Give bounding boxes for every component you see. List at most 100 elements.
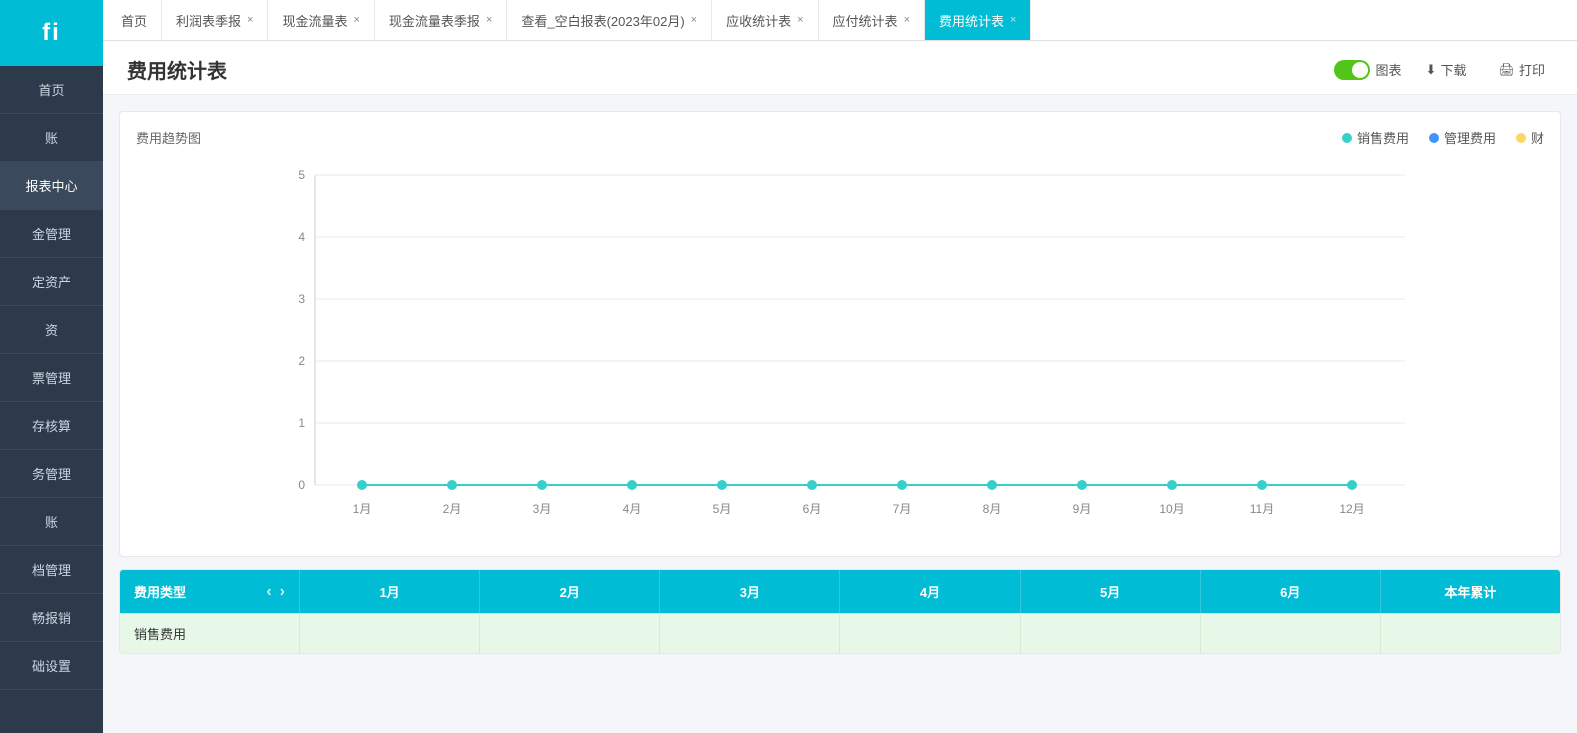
legend-item-财: 财 [1516, 128, 1544, 147]
tab-close-icon[interactable]: × [691, 14, 697, 26]
sidebar-item-资[interactable]: 资 [0, 306, 103, 354]
toggle-label: 图表 [1376, 60, 1402, 79]
svg-text:12月: 12月 [1339, 502, 1364, 516]
expense-table: 费用类型 ‹ › 1月 2月 3月 4月 [119, 569, 1561, 654]
th-month-3: 3月 [660, 570, 840, 613]
chart-toggle[interactable]: 图表 [1334, 60, 1402, 80]
legend-dot [1342, 133, 1352, 143]
svg-text:5月: 5月 [713, 502, 732, 516]
print-button[interactable]: 🖨 打印 [1490, 56, 1553, 83]
svg-text:0: 0 [298, 478, 305, 492]
legend-dot [1429, 133, 1439, 143]
sidebar: fi 首页账报表中心金管理定资产资票管理存核算务管理账档管理畅报销础设置 [0, 0, 103, 733]
td-m2 [480, 615, 660, 653]
th-month-6-label: 6月 [1280, 582, 1300, 601]
svg-text:9月: 9月 [1073, 502, 1092, 516]
sidebar-item-报表中心[interactable]: 报表中心 [0, 162, 103, 210]
tab-费用统计表[interactable]: 费用统计表× [925, 0, 1031, 40]
th-type-label: 费用类型 [134, 582, 186, 601]
svg-text:4月: 4月 [623, 502, 642, 516]
legend-item-销售费用: 销售费用 [1342, 128, 1409, 147]
download-label: 下载 [1440, 60, 1466, 79]
sidebar-item-定资产[interactable]: 定资产 [0, 258, 103, 306]
sidebar-item-金管理[interactable]: 金管理 [0, 210, 103, 258]
tab-应收统计表[interactable]: 应收统计表× [712, 0, 818, 40]
td-type: 销售费用 [120, 614, 300, 653]
print-icon: 🖨 [1498, 62, 1515, 78]
sidebar-item-存核算[interactable]: 存核算 [0, 402, 103, 450]
prev-nav-button[interactable]: ‹ [266, 583, 271, 601]
table-header: 费用类型 ‹ › 1月 2月 3月 4月 [120, 570, 1560, 613]
tab-bar: 首页利润表季报×现金流量表×现金流量表季报×查看_空白报表(2023年02月)×… [103, 0, 1577, 41]
th-month-5-label: 5月 [1100, 582, 1120, 601]
legend-item-管理费用: 管理费用 [1429, 128, 1496, 147]
tab-现金流量表[interactable]: 现金流量表× [268, 0, 374, 40]
svg-text:1: 1 [298, 416, 305, 430]
svg-text:8月: 8月 [983, 502, 1002, 516]
td-m1 [300, 615, 480, 653]
tab-close-icon[interactable]: × [1010, 14, 1016, 26]
th-month-5: 5月 [1021, 570, 1201, 613]
th-yearly-label: 本年累计 [1444, 582, 1496, 601]
tab-close-icon[interactable]: × [353, 14, 359, 26]
svg-text:11月: 11月 [1250, 502, 1274, 516]
sidebar-item-票管理[interactable]: 票管理 [0, 354, 103, 402]
td-m4 [840, 615, 1020, 653]
svg-text:5: 5 [298, 168, 305, 182]
sidebar-item-档管理[interactable]: 档管理 [0, 546, 103, 594]
tab-查看_空白报表(2023年02月)[interactable]: 查看_空白报表(2023年02月)× [507, 0, 712, 40]
toggle-track[interactable] [1334, 60, 1370, 80]
sidebar-logo: fi [0, 0, 103, 66]
download-icon: ⬇ [1426, 62, 1437, 78]
main-area: 首页利润表季报×现金流量表×现金流量表季报×查看_空白报表(2023年02月)×… [103, 0, 1577, 733]
svg-text:4: 4 [298, 230, 305, 244]
print-label: 打印 [1519, 60, 1545, 79]
tab-close-icon[interactable]: × [904, 14, 910, 26]
page-title: 费用统计表 [127, 55, 227, 84]
td-yearly [1381, 615, 1560, 653]
sidebar-item-账[interactable]: 账 [0, 498, 103, 546]
tab-close-icon[interactable]: × [797, 14, 803, 26]
next-nav-button[interactable]: › [280, 583, 285, 601]
tab-现金流量表季报[interactable]: 现金流量表季报× [375, 0, 507, 40]
th-month-1-label: 1月 [379, 582, 399, 601]
tab-利润表季报[interactable]: 利润表季报× [162, 0, 268, 40]
tab-close-icon[interactable]: × [486, 14, 492, 26]
td-m3 [660, 615, 840, 653]
svg-text:2月: 2月 [443, 502, 462, 516]
tab-close-icon[interactable]: × [247, 14, 253, 26]
header-actions: 图表 ⬇ 下载 🖨 打印 [1334, 56, 1553, 83]
sidebar-item-首页[interactable]: 首页 [0, 66, 103, 114]
svg-text:1月: 1月 [353, 502, 372, 516]
td-m5 [1021, 615, 1201, 653]
td-m6 [1201, 615, 1381, 653]
table-row: 销售费用 [120, 613, 1560, 653]
tab-应付统计表[interactable]: 应付统计表× [819, 0, 925, 40]
legend-dot [1516, 133, 1526, 143]
tab-首页[interactable]: 首页 [107, 0, 162, 40]
chart-svg-wrapper: 0 1 2 3 4 5 1月 2月 3月 4月 [136, 155, 1544, 540]
sidebar-item-础设置[interactable]: 础设置 [0, 642, 103, 690]
svg-text:10月: 10月 [1159, 502, 1184, 516]
th-month-4: 4月 [840, 570, 1020, 613]
th-month-6: 6月 [1201, 570, 1381, 613]
svg-text:6月: 6月 [803, 502, 822, 516]
chart-svg: 0 1 2 3 4 5 1月 2月 3月 4月 [136, 155, 1544, 535]
sidebar-item-务管理[interactable]: 务管理 [0, 450, 103, 498]
sidebar-item-账[interactable]: 账 [0, 114, 103, 162]
svg-text:3: 3 [298, 292, 305, 306]
th-type: 费用类型 ‹ › [120, 570, 300, 613]
sidebar-item-畅报销[interactable]: 畅报销 [0, 594, 103, 642]
th-month-4-label: 4月 [920, 582, 940, 601]
svg-text:3月: 3月 [533, 502, 552, 516]
page-header: 费用统计表 图表 ⬇ 下载 🖨 打印 [103, 41, 1577, 95]
th-month-2-label: 2月 [560, 582, 580, 601]
th-month-1: 1月 [300, 570, 480, 613]
content-area: 费用统计表 图表 ⬇ 下载 🖨 打印 [103, 41, 1577, 733]
row-type-label: 销售费用 [134, 624, 186, 643]
th-month-2: 2月 [480, 570, 660, 613]
download-button[interactable]: ⬇ 下载 [1418, 56, 1475, 83]
svg-text:7月: 7月 [893, 502, 912, 516]
chart-title: 费用趋势图 [136, 128, 201, 147]
svg-text:2: 2 [298, 354, 305, 368]
